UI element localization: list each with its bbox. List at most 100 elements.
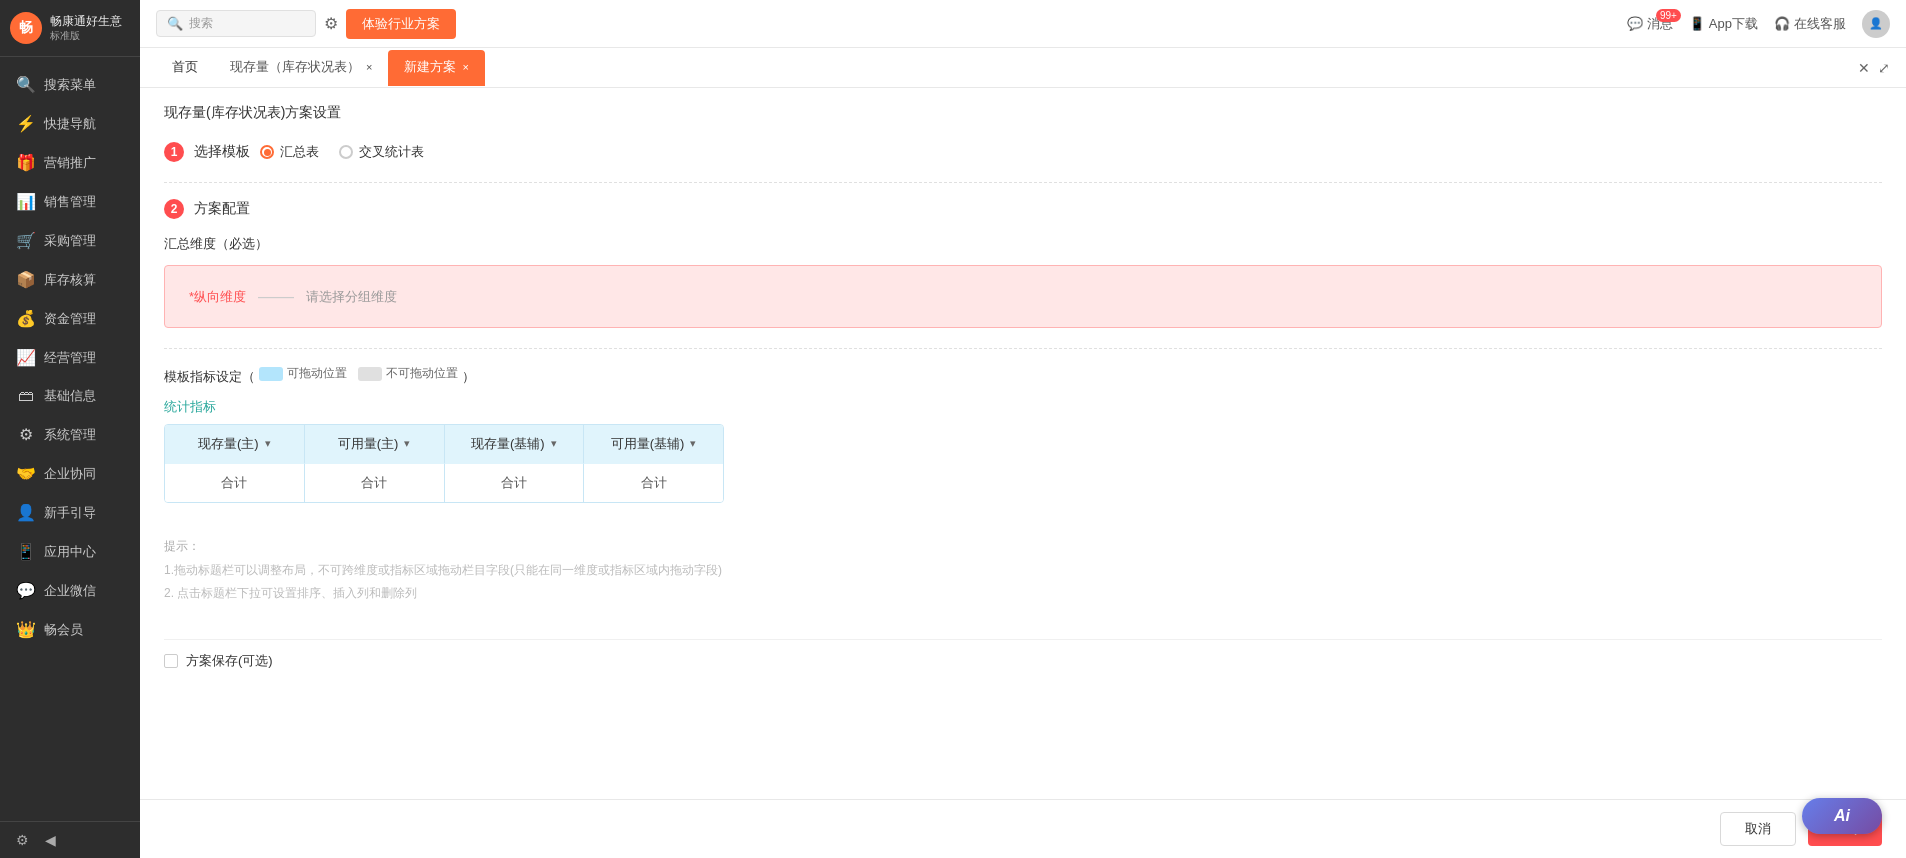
stats-section-label: 统计指标 bbox=[164, 398, 1882, 416]
top-bar: 🔍 搜索 ⚙ 体验行业方案 💬 消息 99+ 📱 App下载 🎧 在线客服 👤 bbox=[140, 0, 1906, 48]
save-checkbox[interactable] bbox=[164, 654, 178, 668]
sidebar-item-shortcuts[interactable]: ⚡ 快捷导航 bbox=[0, 104, 140, 143]
logo-icon: 畅 bbox=[10, 12, 42, 44]
sidebar-item-apps[interactable]: 📱 应用中心 bbox=[0, 532, 140, 571]
section2-num: 2 bbox=[164, 199, 184, 219]
sidebar-item-label: 新手引导 bbox=[44, 504, 96, 522]
indicator-label: 模板指标设定（ 可拖动位置 不可拖动位置 ） bbox=[164, 365, 475, 386]
sidebar-item-label: 系统管理 bbox=[44, 426, 96, 444]
search-bar[interactable]: 🔍 搜索 bbox=[156, 10, 316, 37]
content-area: 现存量(库存状况表)方案设置 1 选择模板 汇总表 交叉统计表 bbox=[140, 88, 1906, 799]
radio-cross-circle bbox=[339, 145, 353, 159]
section2-header: 2 方案配置 bbox=[164, 199, 1882, 219]
tab-bar: 首页 现存量（库存状况表） × 新建方案 × ✕ ⤢ bbox=[140, 48, 1906, 88]
purchase-icon: 🛒 bbox=[16, 231, 36, 250]
col-1-dropdown[interactable]: ▾ bbox=[404, 437, 410, 450]
enterprise-icon: 🤝 bbox=[16, 464, 36, 483]
sidebar-item-label: 销售管理 bbox=[44, 193, 96, 211]
col-0-summary: 合计 bbox=[221, 474, 247, 492]
table-header-col-1[interactable]: 可用量(主) ▾ bbox=[305, 425, 445, 463]
col-0-dropdown[interactable]: ▾ bbox=[265, 437, 271, 450]
sidebar-item-label: 快捷导航 bbox=[44, 115, 96, 133]
online-service-button[interactable]: 🎧 在线客服 bbox=[1774, 15, 1846, 33]
col-3-summary: 合计 bbox=[641, 474, 667, 492]
col-1-summary: 合计 bbox=[361, 474, 387, 492]
sidebar-item-newbie[interactable]: 👤 新手引导 bbox=[0, 493, 140, 532]
tips-section: 提示： 1.拖动标题栏可以调整布局，不可跨维度或指标区域拖动栏目字段(只能在同一… bbox=[164, 526, 1882, 619]
sidebar-item-label: 营销推广 bbox=[44, 154, 96, 172]
sidebar-item-label: 采购管理 bbox=[44, 232, 96, 250]
top-bar-left: 🔍 搜索 ⚙ 体验行业方案 bbox=[156, 9, 1615, 39]
tab-home[interactable]: 首页 bbox=[156, 50, 214, 86]
sidebar-item-inventory[interactable]: 📦 库存核算 bbox=[0, 260, 140, 299]
indicator-settings: 模板指标设定（ 可拖动位置 不可拖动位置 ） 统计指标 bbox=[164, 348, 1882, 506]
sidebar-item-sales[interactable]: 📊 销售管理 bbox=[0, 182, 140, 221]
indicator-label-row: 模板指标设定（ 可拖动位置 不可拖动位置 ） bbox=[164, 365, 1882, 386]
col-2-dropdown[interactable]: ▾ bbox=[551, 437, 557, 450]
search-menu-icon: 🔍 bbox=[16, 75, 36, 94]
trial-button[interactable]: 体验行业方案 bbox=[346, 9, 456, 39]
shortcuts-icon: ⚡ bbox=[16, 114, 36, 133]
expand-tab-action[interactable]: ⤢ bbox=[1878, 60, 1890, 76]
gear-icon[interactable]: ⚙ bbox=[324, 14, 338, 33]
sidebar-item-operation[interactable]: 📈 经营管理 bbox=[0, 338, 140, 377]
online-service-label: 在线客服 bbox=[1794, 15, 1846, 33]
ai-button[interactable]: Ai bbox=[1802, 798, 1882, 834]
legend-undraggable-label: 不可拖动位置 bbox=[386, 365, 458, 382]
sidebar-item-finance[interactable]: 💰 资金管理 bbox=[0, 299, 140, 338]
collapse-icon[interactable]: ◀ bbox=[45, 832, 56, 848]
tab-inventory[interactable]: 现存量（库存状况表） × bbox=[214, 50, 388, 86]
col-1-label: 可用量(主) bbox=[338, 435, 399, 453]
sidebar-item-label: 畅会员 bbox=[44, 621, 83, 639]
sidebar-item-label: 基础信息 bbox=[44, 387, 96, 405]
cancel-button[interactable]: 取消 bbox=[1720, 812, 1796, 846]
tab-home-label: 首页 bbox=[172, 58, 198, 76]
apps-icon: 📱 bbox=[16, 542, 36, 561]
tab-new-plan-close[interactable]: × bbox=[462, 61, 468, 73]
save-option-label: 方案保存(可选) bbox=[186, 652, 273, 670]
table-header-col-3[interactable]: 可用量(基辅) ▾ bbox=[584, 425, 723, 463]
close-tab-action[interactable]: ✕ bbox=[1858, 60, 1870, 76]
marketing-icon: 🎁 bbox=[16, 153, 36, 172]
required-field-label: *纵向维度 bbox=[189, 288, 246, 306]
sidebar-item-system[interactable]: ⚙ 系统管理 bbox=[0, 415, 140, 454]
sidebar-logo: 畅 畅康通好生意 标准版 bbox=[0, 0, 140, 57]
app-download-button[interactable]: 📱 App下载 bbox=[1689, 15, 1758, 33]
table-body-col-0: 合计 bbox=[165, 463, 305, 502]
sidebar-item-enterprise[interactable]: 🤝 企业协同 bbox=[0, 454, 140, 493]
settings-icon[interactable]: ⚙ bbox=[16, 832, 29, 848]
inventory-icon: 📦 bbox=[16, 270, 36, 289]
page-title: 现存量(库存状况表)方案设置 bbox=[164, 104, 1882, 122]
dimension-required-box[interactable]: *纵向维度 —— 请选择分组维度 bbox=[164, 265, 1882, 328]
app-download-label: App下载 bbox=[1709, 15, 1758, 33]
tab-new-plan-label: 新建方案 bbox=[404, 58, 456, 76]
section2-title: 方案配置 bbox=[194, 200, 250, 218]
message-button[interactable]: 💬 消息 99+ bbox=[1627, 15, 1673, 33]
tab-new-plan[interactable]: 新建方案 × bbox=[388, 50, 484, 86]
table-body-col-3: 合计 bbox=[584, 463, 723, 502]
stats-table: 现存量(主) ▾ 可用量(主) ▾ 现存量(基辅) ▾ 可用量(基辅) bbox=[164, 424, 724, 503]
sidebar-item-vip[interactable]: 👑 畅会员 bbox=[0, 610, 140, 649]
sidebar-item-purchase[interactable]: 🛒 采购管理 bbox=[0, 221, 140, 260]
sidebar-item-basic-info[interactable]: 🗃 基础信息 bbox=[0, 377, 140, 415]
sidebar-item-marketing[interactable]: 🎁 营销推广 bbox=[0, 143, 140, 182]
user-avatar[interactable]: 👤 bbox=[1862, 10, 1890, 38]
col-3-dropdown[interactable]: ▾ bbox=[690, 437, 696, 450]
message-icon: 💬 bbox=[1627, 16, 1643, 31]
col-2-summary: 合计 bbox=[501, 474, 527, 492]
wechat-icon: 💬 bbox=[16, 581, 36, 600]
table-header-col-2[interactable]: 现存量(基辅) ▾ bbox=[445, 425, 585, 463]
table-header-col-0[interactable]: 现存量(主) ▾ bbox=[165, 425, 305, 463]
section1-header: 1 选择模板 汇总表 交叉统计表 bbox=[164, 142, 1882, 162]
radio-summary-label: 汇总表 bbox=[280, 143, 319, 161]
table-body-col-1: 合计 bbox=[305, 463, 445, 502]
sidebar-item-wechat[interactable]: 💬 企业微信 bbox=[0, 571, 140, 610]
search-placeholder: 搜索 bbox=[189, 15, 213, 32]
sidebar-item-label: 资金管理 bbox=[44, 310, 96, 328]
tab-inventory-close[interactable]: × bbox=[366, 61, 372, 73]
radio-cross-table[interactable]: 交叉统计表 bbox=[339, 143, 424, 161]
dim-separator: —— bbox=[258, 286, 294, 307]
legend-draggable-item: 可拖动位置 bbox=[259, 365, 347, 382]
radio-summary-table[interactable]: 汇总表 bbox=[260, 143, 319, 161]
sidebar-item-search[interactable]: 🔍 搜索菜单 bbox=[0, 65, 140, 104]
